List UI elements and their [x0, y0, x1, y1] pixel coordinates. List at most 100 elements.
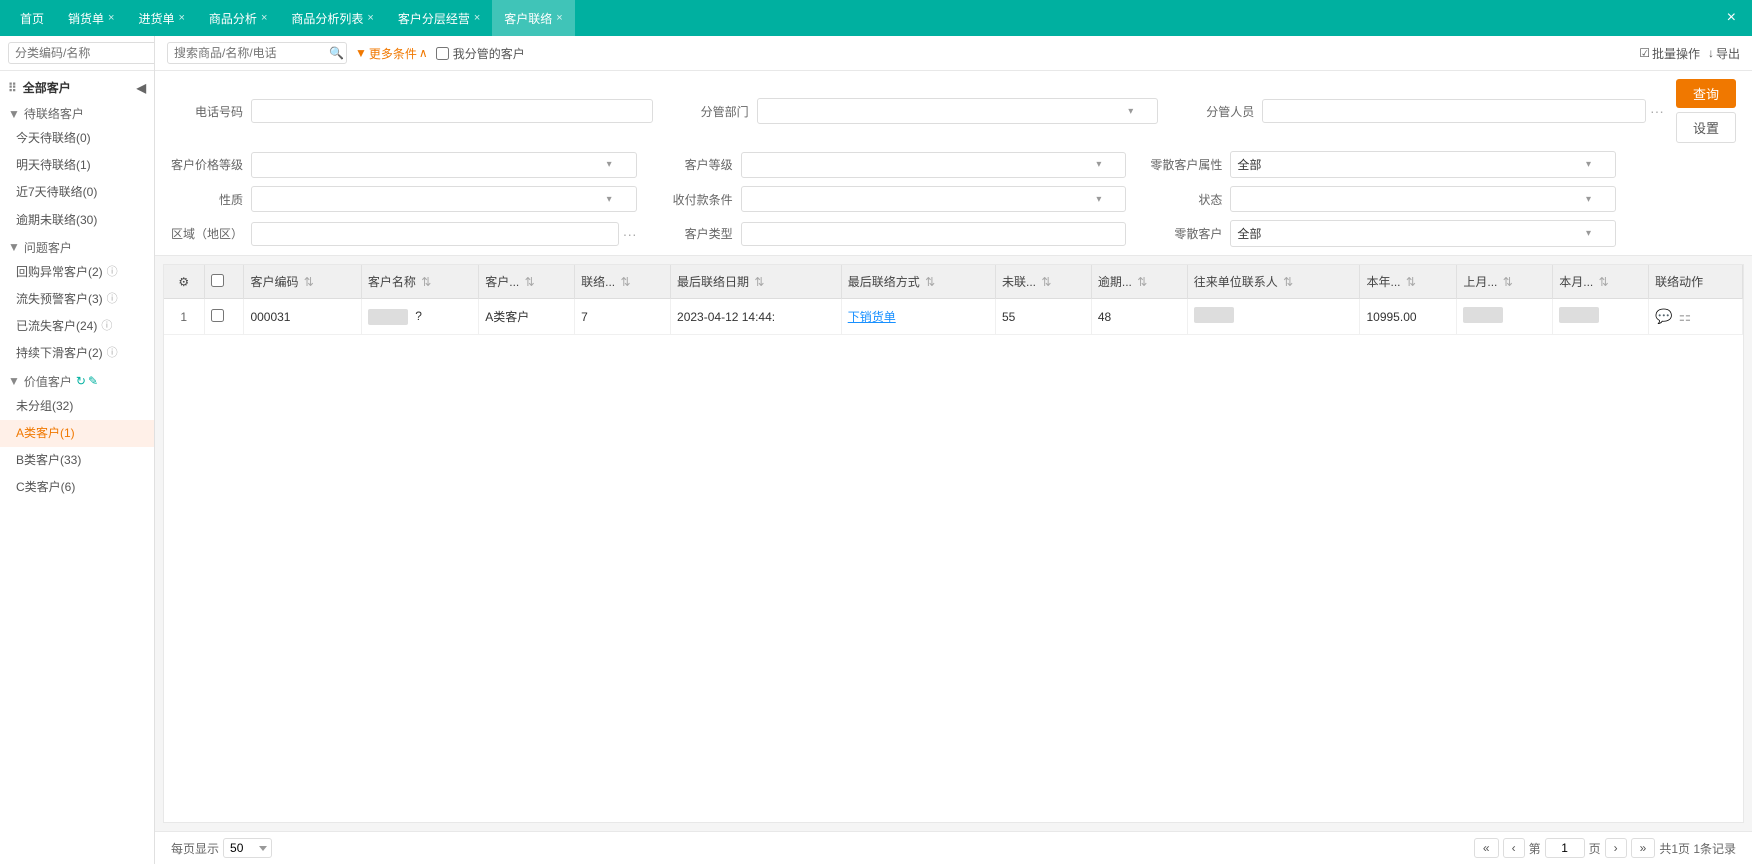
filter-retail-select[interactable]: 全部 ▾ [1230, 220, 1616, 247]
row-checkbox[interactable] [211, 309, 224, 322]
collapse-icon[interactable]: ◀ [137, 81, 146, 95]
sidebar-item-today[interactable]: 今天待联络(0) [0, 125, 154, 152]
edit-icon[interactable]: ✎ [88, 374, 98, 388]
sidebar-item-class-a[interactable]: A类客户(1) [0, 420, 154, 447]
first-page-button[interactable]: « [1474, 838, 1499, 858]
filter-payment-select[interactable]: ▾ [741, 186, 1127, 212]
sort-icon[interactable]: ⇅ [754, 275, 764, 289]
top-navigation: 首页 销货单 × 进货单 × 商品分析 × 商品分析列表 × 客户分层经营 × … [0, 0, 1752, 36]
sort-icon[interactable]: ⇅ [1137, 275, 1147, 289]
nav-sales-order[interactable]: 销货单 × [56, 0, 126, 36]
select-all-checkbox[interactable] [211, 274, 224, 287]
settings-button[interactable]: 设置 [1676, 112, 1736, 143]
close-purchase-order[interactable]: × [178, 12, 184, 24]
sidebar-item-overdue[interactable]: 逾期未联络(30) [0, 207, 154, 234]
sidebar-item-ungroup[interactable]: 未分组(32) [0, 393, 154, 420]
filter-dept-select[interactable]: ▾ [757, 98, 1159, 124]
last-page-button[interactable]: » [1631, 838, 1656, 858]
my-customer-checkbox[interactable] [436, 47, 449, 60]
query-button[interactable]: 查询 [1676, 79, 1736, 108]
next-page-button[interactable]: › [1605, 838, 1627, 858]
sidebar-search-input[interactable] [8, 42, 155, 64]
sidebar-all-customers[interactable]: ⠿ 全部客户 ◀ [0, 71, 154, 100]
filter-region-label: 区域（地区） [171, 225, 251, 242]
sidebar-item-7days[interactable]: 近7天待联络(0) [0, 179, 154, 206]
filter-phone-input[interactable] [251, 99, 653, 123]
sidebar-item-repurchase[interactable]: 回购异常客户(2) ⓘ [0, 259, 154, 286]
td-last-method[interactable]: 下销货单 [841, 299, 995, 335]
sidebar-item-tomorrow[interactable]: 明天待联络(1) [0, 152, 154, 179]
filter-manager-label: 分管人员 [1182, 103, 1262, 120]
th-overdue: 逾期... ⇅ [1091, 265, 1187, 299]
chevron-down-icon: ▾ [1096, 159, 1101, 170]
filter-customer-level-select[interactable]: ▾ [741, 152, 1127, 178]
filter-customer-level-label: 客户等级 [661, 156, 741, 173]
filter-search-input[interactable] [174, 46, 329, 60]
sidebar-group-pending[interactable]: ▼ 待联络客户 [0, 100, 154, 125]
sidebar-item-class-c[interactable]: C类客户(6) [0, 474, 154, 501]
toolbar-right: ☑ 批量操作 ↓ 导出 [1639, 45, 1740, 62]
close-product-analysis[interactable]: × [261, 12, 267, 24]
nav-customer-segment[interactable]: 客户分层经营 × [386, 0, 492, 36]
sidebar-item-churned[interactable]: 已流失客户(24) ⓘ [0, 313, 154, 340]
nav-purchase-order[interactable]: 进货单 × [126, 0, 196, 36]
sort-icon[interactable]: ⇅ [925, 275, 935, 289]
nav-home[interactable]: 首页 [8, 0, 56, 36]
chevron-down-icon: ▾ [1586, 159, 1591, 170]
th-settings[interactable]: ⚙ [164, 265, 204, 299]
close-customer-contact[interactable]: × [556, 12, 562, 24]
filter-region-input[interactable] [251, 222, 619, 246]
sort-icon[interactable]: ⇅ [1503, 275, 1513, 289]
filter-more-button[interactable]: ▼ 更多条件 ∧ [355, 45, 428, 62]
sort-icon[interactable]: ⇅ [1406, 275, 1416, 289]
sort-icon[interactable]: ⇅ [525, 275, 535, 289]
filter-nature-select[interactable]: ▾ [251, 186, 637, 212]
sidebar-item-class-b[interactable]: B类客户(33) [0, 447, 154, 474]
sort-icon[interactable]: ⇅ [304, 275, 314, 289]
sort-icon[interactable]: ⇅ [1283, 275, 1293, 289]
filter-payment-label: 收付款条件 [661, 191, 741, 208]
data-table-wrap: ⚙ 客户编码 ⇅ 客户名称 ⇅ [163, 264, 1744, 823]
window-close-button[interactable]: × [1719, 9, 1744, 27]
export-button[interactable]: ↓ 导出 [1708, 45, 1740, 62]
nav-customer-contact[interactable]: 客户联络 × [492, 0, 574, 36]
sidebar-item-declining[interactable]: 持续下滑客户(2) ⓘ [0, 340, 154, 367]
filter-manager-input[interactable] [1262, 99, 1646, 123]
batch-op-button[interactable]: ☑ 批量操作 [1639, 45, 1700, 62]
close-product-list[interactable]: × [367, 12, 373, 24]
chevron-down-icon: ▾ [1128, 106, 1133, 117]
close-sales-order[interactable]: × [108, 12, 114, 24]
sidebar-item-churn-warning[interactable]: 流失预警客户(3) ⓘ [0, 286, 154, 313]
refresh-icon[interactable]: ↻ [76, 374, 86, 388]
th-contact-person: 往来单位联系人 ⇅ [1187, 265, 1360, 299]
filter-customer-type-input[interactable] [741, 222, 1127, 246]
sort-icon[interactable]: ⇅ [1599, 275, 1609, 289]
sort-icon[interactable]: ⇅ [421, 275, 431, 289]
filter-status-select[interactable]: ▾ [1230, 186, 1616, 212]
filter-payment: 收付款条件 ▾ [661, 186, 1127, 212]
last-method-link[interactable]: 下销货单 [848, 310, 896, 324]
filter-manager-dots[interactable]: ··· [1650, 103, 1664, 119]
close-customer-segment[interactable]: × [474, 12, 480, 24]
sidebar-group-problem[interactable]: ▼ 问题客户 [0, 234, 154, 259]
filter-search-icon[interactable]: 🔍 [329, 46, 344, 60]
filter-region-dots[interactable]: ··· [623, 226, 637, 242]
advanced-filter-panel: 电话号码 分管部门 ▾ 分管人员 ··· [155, 71, 1752, 256]
page-number-input[interactable] [1545, 838, 1585, 858]
message-icon[interactable]: 💬 [1655, 308, 1672, 325]
page-size-select[interactable]: 50 100 200 [223, 838, 272, 858]
filter-nature: 性质 ▾ [171, 186, 637, 212]
sidebar-group-value[interactable]: ▼ 价值客户 ↻ ✎ [0, 368, 154, 393]
sort-icon[interactable]: ⇅ [1041, 275, 1051, 289]
grid-icon[interactable]: ⚏ [1679, 308, 1692, 325]
info-icon: ⓘ [107, 345, 118, 363]
filter-price-select[interactable]: ▾ [251, 152, 637, 178]
th-last-date: 最后联络日期 ⇅ [671, 265, 842, 299]
sort-icon[interactable]: ⇅ [621, 275, 631, 289]
th-checkbox [204, 265, 244, 299]
nav-product-analysis[interactable]: 商品分析 × [197, 0, 279, 36]
filter-retail-attr-select[interactable]: 全部 ▾ [1230, 151, 1616, 178]
prev-page-button[interactable]: ‹ [1503, 838, 1525, 858]
my-customer-filter[interactable]: 我分管的客户 [436, 45, 525, 62]
nav-product-list[interactable]: 商品分析列表 × [279, 0, 385, 36]
